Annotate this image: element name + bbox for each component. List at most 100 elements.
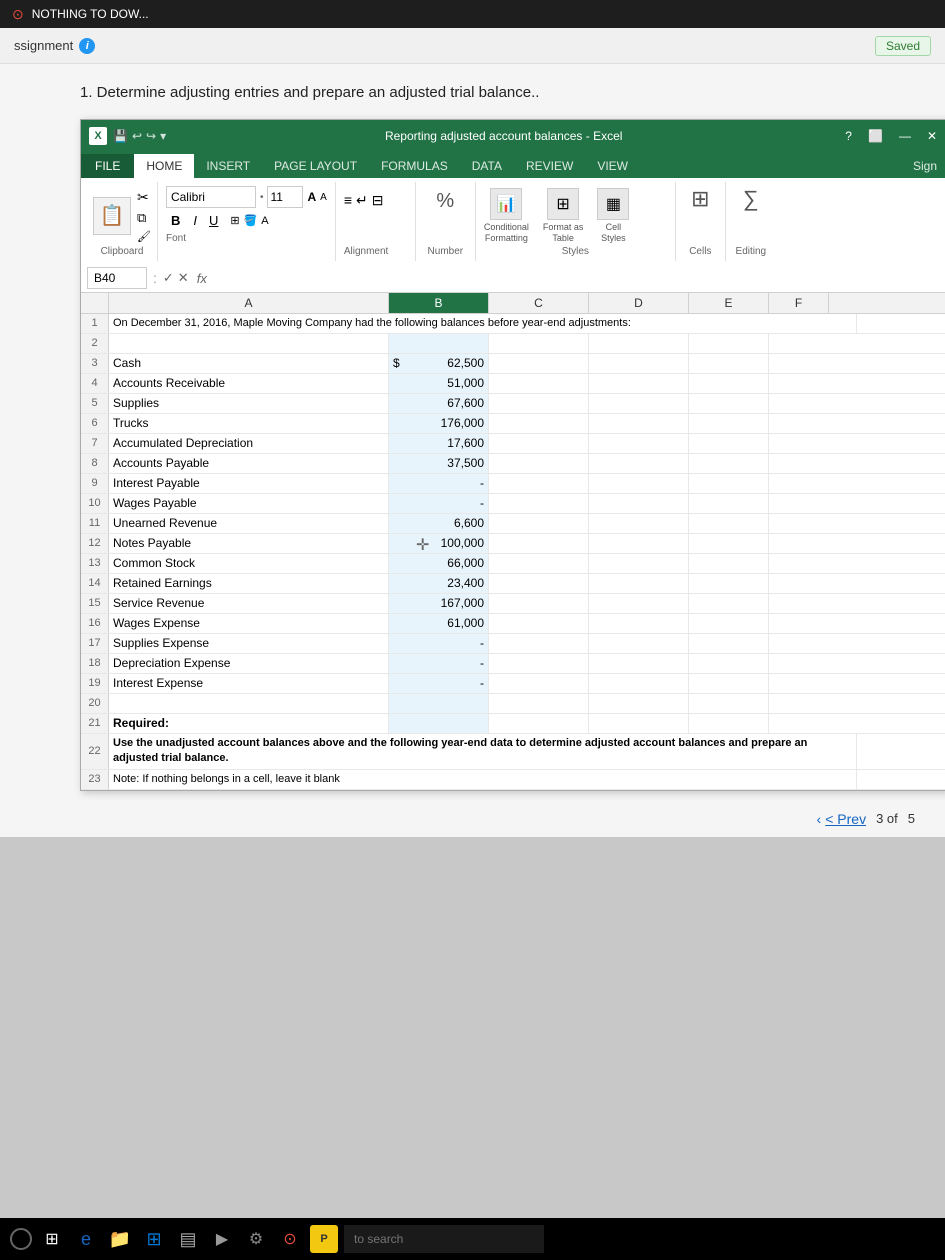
cell-17e[interactable] (689, 634, 769, 653)
cell-9a[interactable]: Interest Payable (109, 474, 389, 493)
cell-10c[interactable] (489, 494, 589, 513)
borders-icon[interactable]: ⊞ (230, 214, 239, 227)
cell-19c[interactable] (489, 674, 589, 693)
cell-7d[interactable] (589, 434, 689, 453)
cell-21d[interactable] (589, 714, 689, 733)
cell-6c[interactable] (489, 414, 589, 433)
sign-in[interactable]: Sign (901, 154, 945, 178)
cell-9e[interactable] (689, 474, 769, 493)
cell-10b[interactable]: - (389, 494, 489, 513)
cell-3d[interactable] (589, 354, 689, 373)
save-icon[interactable]: 💾 (113, 129, 128, 143)
cell-19b[interactable]: - (389, 674, 489, 693)
minimize-button[interactable]: — (895, 129, 915, 143)
cell-22a[interactable]: Use the unadjusted account balances abov… (109, 734, 857, 769)
cell-7a[interactable]: Accumulated Depreciation (109, 434, 389, 453)
cell-4a[interactable]: Accounts Receivable (109, 374, 389, 393)
cell-21c[interactable] (489, 714, 589, 733)
windows-search-icon[interactable] (10, 1228, 32, 1250)
increase-font-icon[interactable]: A (307, 190, 316, 204)
tab-review[interactable]: REVIEW (514, 154, 585, 178)
pbi-icon[interactable]: P (310, 1225, 338, 1253)
cell-12b[interactable]: 100,000 (389, 534, 489, 553)
cell-3e[interactable] (689, 354, 769, 373)
tab-file[interactable]: FILE (81, 154, 134, 178)
cell-21b[interactable] (389, 714, 489, 733)
tab-page-layout[interactable]: PAGE LAYOUT (262, 154, 369, 178)
cell-14d[interactable] (589, 574, 689, 593)
cell-14c[interactable] (489, 574, 589, 593)
cell-15c[interactable] (489, 594, 589, 613)
cell-11d[interactable] (589, 514, 689, 533)
cell-16c[interactable] (489, 614, 589, 633)
cell-18a[interactable]: Depreciation Expense (109, 654, 389, 673)
editing-icon[interactable]: ∑ (743, 186, 759, 212)
task-view-icon[interactable]: ⊞ (38, 1225, 66, 1253)
help-button[interactable]: ? (841, 129, 856, 143)
cell-1a[interactable]: On December 31, 2016, Maple Moving Compa… (109, 314, 857, 333)
video-icon[interactable]: ▶ (208, 1225, 236, 1253)
cell-8a[interactable]: Accounts Payable (109, 454, 389, 473)
chrome-icon[interactable]: ⊙ (276, 1225, 304, 1253)
cancel-icon[interactable]: ✕ (178, 270, 189, 286)
cell-6e[interactable] (689, 414, 769, 433)
cell-5b[interactable]: 67,600 (389, 394, 489, 413)
cell-15a[interactable]: Service Revenue (109, 594, 389, 613)
cell-2b[interactable] (389, 334, 489, 353)
media-icon[interactable]: ▤ (174, 1225, 202, 1253)
cell-6d[interactable] (589, 414, 689, 433)
cell-13d[interactable] (589, 554, 689, 573)
cell-17b[interactable]: - (389, 634, 489, 653)
taskbar-search-input[interactable] (344, 1225, 544, 1253)
cell-13e[interactable] (689, 554, 769, 573)
fill-color-icon[interactable]: 🪣 (244, 214, 258, 227)
cell-20e[interactable] (689, 694, 769, 713)
cell-4d[interactable] (589, 374, 689, 393)
cell-17d[interactable] (589, 634, 689, 653)
cell-16e[interactable] (689, 614, 769, 633)
cell-20d[interactable] (589, 694, 689, 713)
paste-button[interactable]: 📋 (93, 197, 131, 235)
cell-7b[interactable]: 17,600 (389, 434, 489, 453)
cell-13b[interactable]: 66,000 (389, 554, 489, 573)
cell-12c[interactable] (489, 534, 589, 553)
cell-14a[interactable]: Retained Earnings (109, 574, 389, 593)
cell-2c[interactable] (489, 334, 589, 353)
cell-4e[interactable] (689, 374, 769, 393)
cell-9c[interactable] (489, 474, 589, 493)
cell-9d[interactable] (589, 474, 689, 493)
cell-20b[interactable] (389, 694, 489, 713)
cell-8b[interactable]: 37,500 (389, 454, 489, 473)
cell-3a[interactable]: Cash (109, 354, 389, 373)
undo-icon[interactable]: ↩ (132, 129, 142, 143)
underline-button[interactable]: U (205, 212, 222, 229)
cell-18e[interactable] (689, 654, 769, 673)
cell-14b[interactable]: 23,400 (389, 574, 489, 593)
cell-16d[interactable] (589, 614, 689, 633)
cell-7c[interactable] (489, 434, 589, 453)
cell-5c[interactable] (489, 394, 589, 413)
prev-button[interactable]: ‹ < Prev (817, 811, 867, 827)
cell-11e[interactable] (689, 514, 769, 533)
check-icon[interactable]: ✓ (163, 270, 174, 286)
cell-15d[interactable] (589, 594, 689, 613)
cell-19a[interactable]: Interest Expense (109, 674, 389, 693)
cell-11c[interactable] (489, 514, 589, 533)
cell-18b[interactable]: - (389, 654, 489, 673)
cell-5a[interactable]: Supplies (109, 394, 389, 413)
cell-2d[interactable] (589, 334, 689, 353)
cell-11b[interactable]: 6,600 (389, 514, 489, 533)
merge-center-icon[interactable]: ⊟ (372, 192, 384, 209)
percent-button[interactable]: % (436, 190, 454, 213)
cell-2a[interactable] (109, 334, 389, 353)
cell-3c[interactable] (489, 354, 589, 373)
font-name-input[interactable] (166, 186, 256, 208)
tab-formulas[interactable]: FORMULAS (369, 154, 460, 178)
cell-12a[interactable]: Notes Payable (109, 534, 389, 553)
cell-17a[interactable]: Supplies Expense (109, 634, 389, 653)
cell-15b[interactable]: 167,000 (389, 594, 489, 613)
cell-10a[interactable]: Wages Payable (109, 494, 389, 513)
edge-icon[interactable]: e (72, 1225, 100, 1253)
conditional-formatting-button[interactable]: 📊 ConditionalFormatting (484, 188, 529, 244)
restore-button[interactable]: ⬜ (864, 129, 887, 143)
